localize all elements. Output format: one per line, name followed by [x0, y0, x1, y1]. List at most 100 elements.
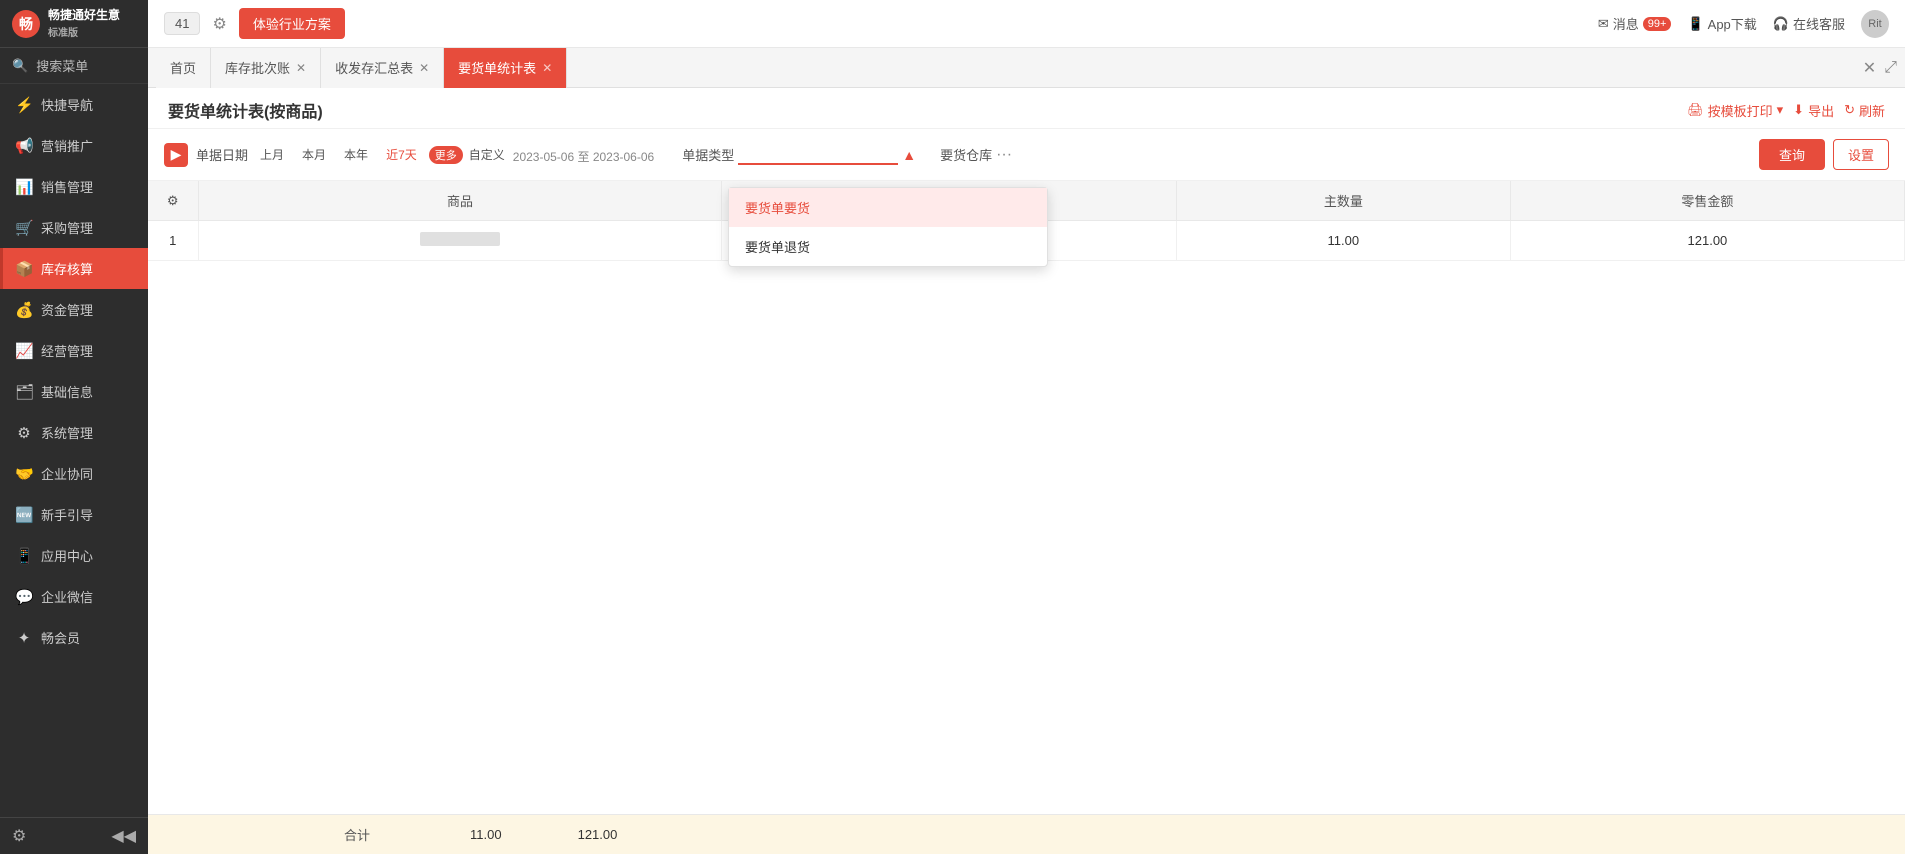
guide-icon: 🆕 [15, 506, 33, 524]
sales-label: 销售管理 [41, 177, 93, 196]
warehouse-filter-group: 要货仓库 ··· [940, 145, 1012, 164]
logo-name: 畅捷通好生意 [48, 8, 120, 24]
print-icon: 🖨 [1687, 102, 1704, 118]
col-product: 商品 [198, 181, 722, 221]
type-filter-group: 单据类型 ▲ [682, 144, 916, 165]
warehouse-filter-label: 要货仓库 [940, 145, 992, 164]
sidebar: 畅 畅捷通好生意 标准版 🔍 搜索菜单 ⚡ 快捷导航 📢 营销推广 📊 销售管理… [0, 0, 148, 854]
date-more-button[interactable]: 更多 [429, 146, 463, 164]
warehouse-more-icon[interactable]: ··· [996, 146, 1012, 164]
print-button[interactable]: 🖨 按模板打印 ▾ [1687, 101, 1783, 120]
tab-receive-summary[interactable]: 收发存汇总表 ✕ [321, 48, 444, 88]
search-icon: 🔍 [12, 58, 28, 74]
date-btn-this-month[interactable]: 本月 [296, 144, 332, 165]
tab-receive-summary-label: 收发存汇总表 [335, 58, 413, 77]
tab-batch-account-close[interactable]: ✕ [296, 61, 306, 75]
purchase-icon: 🛒 [15, 219, 33, 237]
sidebar-item-guide[interactable]: 🆕 新手引导 [0, 494, 148, 535]
guide-label: 新手引导 [41, 505, 93, 524]
type-filter-label: 单据类型 [682, 145, 734, 164]
header-right: ✉ 消息 99+ 📱 App下载 🎧 在线客服 Rit [1598, 10, 1889, 38]
filter-expand-button[interactable]: ▶ [164, 143, 188, 167]
header-settings-icon[interactable]: ⚙ [212, 14, 226, 34]
sidebar-item-inventory[interactable]: 📦 库存核算 [0, 248, 148, 289]
top-header: 41 ⚙ 体验行业方案 ✉ 消息 99+ 📱 App下载 🎧 在线客服 Rit [148, 0, 1905, 48]
message-item[interactable]: ✉ 消息 99+ [1598, 14, 1672, 33]
export-button[interactable]: ⬇ 导出 [1793, 101, 1834, 120]
marketing-label: 营销推广 [41, 136, 93, 155]
type-filter-arrow-icon[interactable]: ▲ [902, 147, 916, 163]
sidebar-settings-icon[interactable]: ⚙ [12, 826, 26, 846]
tab-order-summary-close[interactable]: ✕ [542, 61, 552, 75]
marketing-icon: 📢 [15, 137, 33, 155]
app-center-label: 应用中心 [41, 546, 93, 565]
inventory-icon: 📦 [15, 260, 33, 278]
app-download-item[interactable]: 📱 App下载 [1687, 14, 1756, 33]
operations-label: 经营管理 [41, 341, 93, 360]
col-amount: 零售金额 [1510, 181, 1904, 221]
operations-icon: 📈 [15, 342, 33, 360]
main-area: 41 ⚙ 体验行业方案 ✉ 消息 99+ 📱 App下载 🎧 在线客服 Rit [148, 0, 1905, 854]
sidebar-collapse-icon[interactable]: ◀◀ [111, 826, 136, 846]
tab-home[interactable]: 首页 [156, 48, 211, 88]
tab-batch-account[interactable]: 库存批次账 ✕ [211, 48, 321, 88]
app-download-label: App下载 [1708, 14, 1757, 33]
date-filter-label: 单据日期 [196, 145, 248, 164]
online-service-item[interactable]: 🎧 在线客服 [1773, 14, 1845, 33]
sidebar-item-operations[interactable]: 📈 经营管理 [0, 330, 148, 371]
date-filter-group: 单据日期 上月 本月 本年 近7天 更多 自定义 [196, 144, 505, 165]
cell-index: 1 [148, 221, 198, 261]
sidebar-item-wechat[interactable]: 💬 企业微信 [0, 576, 148, 617]
finance-icon: 💰 [15, 301, 33, 319]
col-settings[interactable]: ⚙ [148, 181, 198, 221]
enterprise-label: 企业协同 [41, 464, 93, 483]
date-btn-this-year[interactable]: 本年 [338, 144, 374, 165]
wechat-label: 企业微信 [41, 587, 93, 606]
tab-close-all-icon[interactable]: ✕ [1863, 58, 1876, 78]
enterprise-icon: 🤝 [15, 465, 33, 483]
sidebar-item-vip[interactable]: ✦ 畅会员 [0, 617, 148, 658]
tab-order-summary[interactable]: 要货单统计表 ✕ [444, 48, 567, 88]
user-avatar[interactable]: Rit [1861, 10, 1889, 38]
message-badge: 99+ [1643, 17, 1672, 31]
query-button[interactable]: 查询 [1759, 139, 1825, 170]
online-service-icon: 🎧 [1773, 16, 1789, 32]
date-btn-last-7days[interactable]: 近7天 [380, 144, 423, 165]
sidebar-item-quick-nav[interactable]: ⚡ 快捷导航 [0, 84, 148, 125]
dropdown-item-order-return[interactable]: 要货单退货 [729, 227, 1047, 266]
date-btn-last-month[interactable]: 上月 [254, 144, 290, 165]
page-content: 要货单统计表(按商品) 🖨 按模板打印 ▾ ⬇ 导出 ↻ 刷新 ▶ [148, 88, 1905, 854]
settings-row-button[interactable]: 设置 [1833, 139, 1889, 170]
purchase-label: 采购管理 [41, 218, 93, 237]
trial-button[interactable]: 体验行业方案 [239, 8, 345, 39]
tab-receive-summary-close[interactable]: ✕ [419, 61, 429, 75]
sidebar-item-app-center[interactable]: 📱 应用中心 [0, 535, 148, 576]
sidebar-nav: ⚡ 快捷导航 📢 营销推广 📊 销售管理 🛒 采购管理 📦 库存核算 💰 资金管… [0, 84, 148, 817]
sidebar-item-finance[interactable]: 💰 资金管理 [0, 289, 148, 330]
system-icon: ⚙ [15, 424, 33, 442]
total-amount: 121.00 [578, 827, 618, 842]
sidebar-item-purchase[interactable]: 🛒 采购管理 [0, 207, 148, 248]
app-download-icon: 📱 [1687, 16, 1703, 32]
app-logo: 畅 畅捷通好生意 标准版 [0, 0, 148, 48]
total-quantity: 11.00 [470, 827, 502, 842]
type-dropdown: 要货单要货 要货单退货 [728, 187, 1048, 267]
sidebar-item-system[interactable]: ⚙ 系统管理 [0, 412, 148, 453]
type-filter-input[interactable] [738, 144, 898, 165]
refresh-button[interactable]: ↻ 刷新 [1844, 101, 1885, 120]
cell-product [198, 221, 722, 261]
date-custom-button[interactable]: 自定义 [469, 146, 505, 163]
search-menu[interactable]: 🔍 搜索菜单 [0, 48, 148, 84]
breadcrumb-number: 41 [164, 12, 200, 35]
logo-version: 标准版 [48, 24, 120, 39]
sidebar-item-basic-info[interactable]: 🗂 基础信息 [0, 371, 148, 412]
tab-expand-icon[interactable]: ⤢ [1884, 59, 1897, 77]
dropdown-item-order-goods-label: 要货单要货 [745, 201, 810, 216]
table-footer: 合计 11.00 121.00 [148, 814, 1905, 854]
finance-label: 资金管理 [41, 300, 93, 319]
sidebar-item-marketing[interactable]: 📢 营销推广 [0, 125, 148, 166]
sidebar-item-enterprise[interactable]: 🤝 企业协同 [0, 453, 148, 494]
dropdown-item-order-goods[interactable]: 要货单要货 [729, 188, 1047, 227]
message-label: 消息 [1613, 14, 1639, 33]
sidebar-item-sales[interactable]: 📊 销售管理 [0, 166, 148, 207]
